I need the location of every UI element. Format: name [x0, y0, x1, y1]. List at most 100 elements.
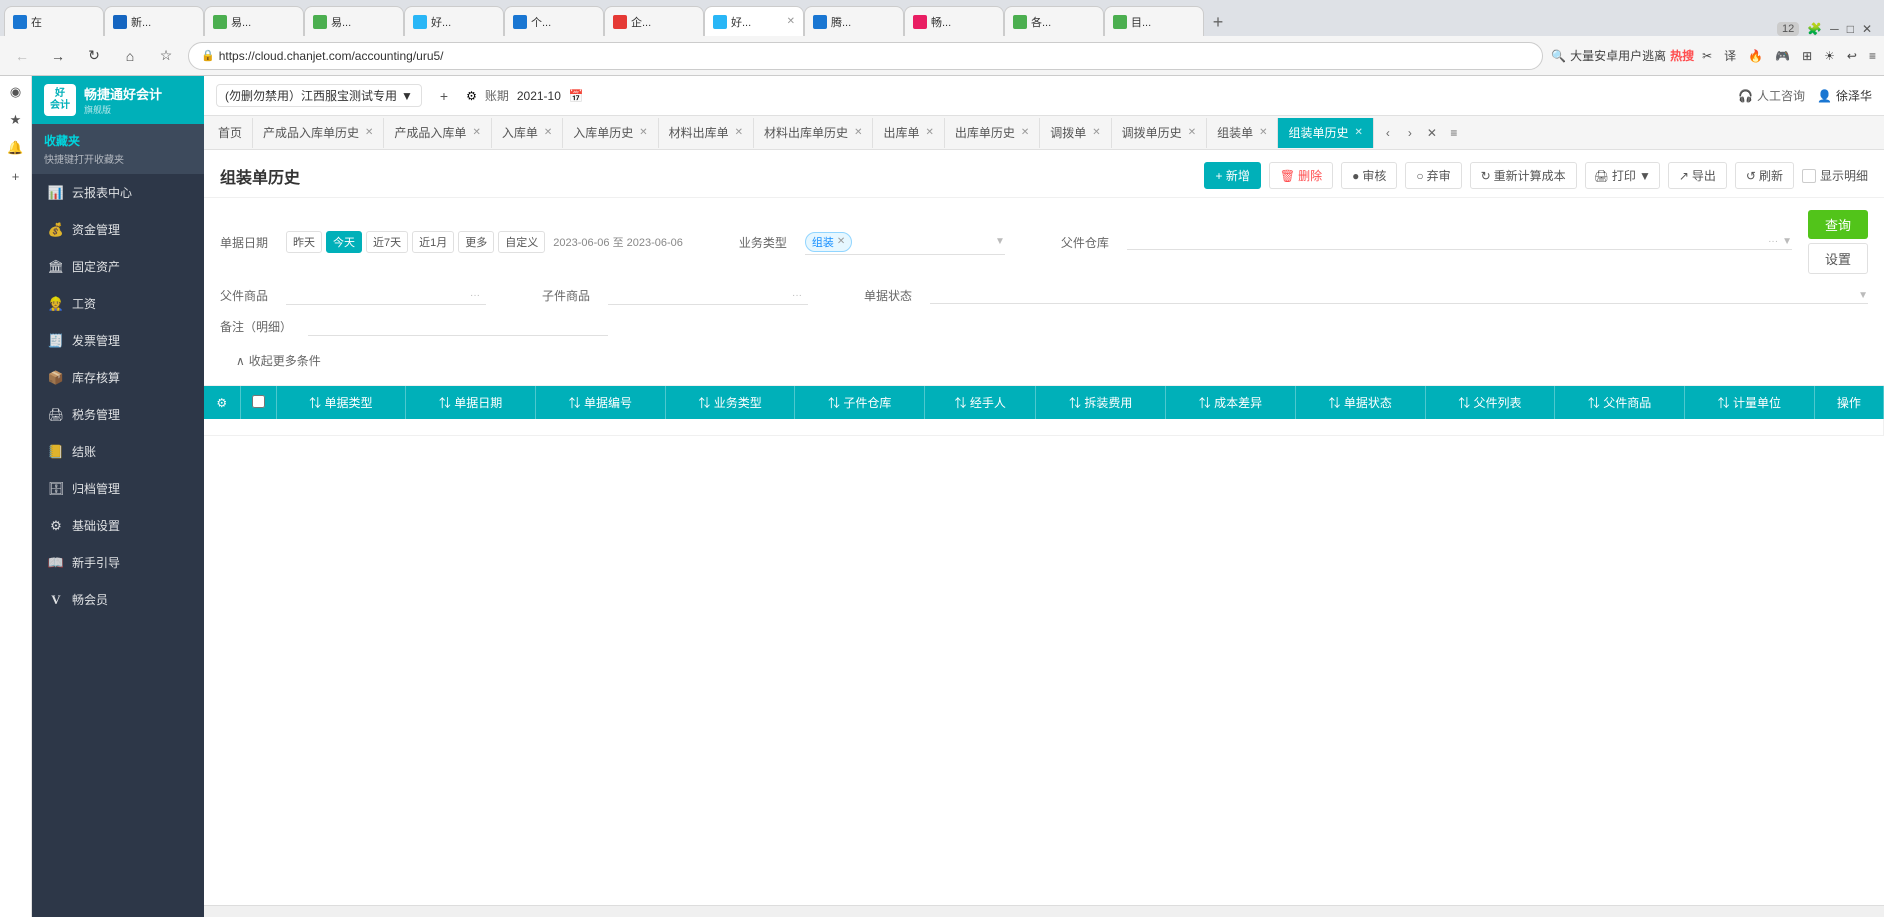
- select-all-checkbox[interactable]: [252, 395, 265, 408]
- nav-tab-outbound-history-close[interactable]: ✕: [1021, 127, 1029, 138]
- nav-close-btn[interactable]: ✕: [1422, 123, 1442, 143]
- service-button[interactable]: 🎧 人工咨询: [1738, 87, 1805, 104]
- translate-icon[interactable]: 译: [1724, 47, 1736, 64]
- show-detail-checkbox[interactable]: [1802, 169, 1816, 183]
- month-button[interactable]: 近1月: [412, 231, 454, 253]
- sidebar-item-reports[interactable]: 📊 云报表中心: [32, 174, 204, 211]
- nav-tab-finished[interactable]: 产成品入库单 ✕: [384, 118, 491, 148]
- extensions-icon[interactable]: 🧩: [1807, 22, 1822, 36]
- forward-button[interactable]: →: [44, 42, 72, 70]
- nav-tab-finished-close[interactable]: ✕: [472, 127, 480, 138]
- column-unit[interactable]: ⇅ 计量单位: [1684, 386, 1814, 419]
- custom-date-button[interactable]: 自定义: [498, 231, 545, 253]
- settings-gear-icon[interactable]: ⚙: [466, 89, 477, 103]
- abandon-button[interactable]: ○ 弃审: [1405, 162, 1461, 189]
- tab-8[interactable]: 好... ✕: [704, 6, 804, 36]
- parent-goods-input[interactable]: [286, 288, 466, 302]
- tab-7[interactable]: 企...: [604, 6, 704, 36]
- show-detail-toggle[interactable]: 显示明细: [1802, 167, 1868, 184]
- more-date-button[interactable]: 更多: [458, 231, 494, 253]
- bookmark-button[interactable]: ☆: [152, 42, 180, 70]
- column-handler[interactable]: ⇅ 经手人: [925, 386, 1036, 419]
- nav-tab-assembly-history[interactable]: 组装单历史 ✕: [1278, 118, 1373, 148]
- minimize-button[interactable]: ─: [1830, 22, 1839, 36]
- export-button[interactable]: ↗ 导出: [1668, 162, 1727, 189]
- nav-tab-finished-history[interactable]: 产成品入库单历史 ✕: [253, 118, 384, 148]
- nav-tab-inbound-history[interactable]: 入库单历史 ✕: [563, 118, 658, 148]
- scroll-area[interactable]: [204, 905, 1884, 917]
- company-selector[interactable]: (勿删勿禁用）江西服宝测试专用 ▼: [216, 84, 422, 107]
- browser-sidebar-icon-3[interactable]: 🔔: [4, 136, 28, 160]
- nav-tab-transfer-history-close[interactable]: ✕: [1188, 127, 1196, 138]
- column-cost-variance[interactable]: ⇅ 成本差异: [1166, 386, 1296, 419]
- nav-tab-inbound[interactable]: 入库单 ✕: [492, 118, 563, 148]
- favorites-shortcut[interactable]: 快捷键打开收藏夹: [44, 151, 192, 166]
- week-button[interactable]: 近7天: [366, 231, 408, 253]
- nav-tab-inbound-history-close[interactable]: ✕: [639, 127, 647, 138]
- add-company-button[interactable]: +: [430, 84, 458, 108]
- add-button[interactable]: + 新增: [1204, 162, 1260, 189]
- new-tab-button[interactable]: +: [1204, 8, 1232, 36]
- tab-4[interactable]: 易...: [304, 6, 404, 36]
- business-type-dropdown[interactable]: ▼: [995, 236, 1005, 247]
- browser-sidebar-icon-4[interactable]: +: [4, 164, 28, 188]
- parent-goods-more[interactable]: ···: [470, 290, 480, 301]
- game-icon[interactable]: 🎮: [1775, 49, 1790, 63]
- reload-button[interactable]: ↻: [80, 42, 108, 70]
- tab-close-8[interactable]: ✕: [787, 16, 795, 27]
- scissors-icon[interactable]: ✂: [1702, 49, 1712, 63]
- nav-tab-assembly[interactable]: 组装单 ✕: [1207, 118, 1278, 148]
- status-dropdown[interactable]: ▼: [1858, 290, 1868, 301]
- tab-5[interactable]: 好...: [404, 6, 504, 36]
- nav-more-btn[interactable]: ≡: [1444, 123, 1464, 143]
- nav-tab-transfer-close[interactable]: ✕: [1092, 127, 1100, 138]
- nav-tab-outbound-close[interactable]: ✕: [925, 127, 933, 138]
- nav-tab-material-out-history-close[interactable]: ✕: [854, 127, 862, 138]
- nav-tab-transfer[interactable]: 调拨单 ✕: [1040, 118, 1111, 148]
- tab-6[interactable]: 个...: [504, 6, 604, 36]
- child-goods-more[interactable]: ···: [792, 290, 802, 301]
- user-button[interactable]: 👤 徐泽华: [1817, 87, 1872, 104]
- sidebar-item-invoice[interactable]: 🧾 发票管理: [32, 322, 204, 359]
- column-business-type[interactable]: ⇅ 业务类型: [665, 386, 795, 419]
- tab-12[interactable]: 目...: [1104, 6, 1204, 36]
- nav-left-arrow[interactable]: ‹: [1378, 123, 1398, 143]
- nav-tab-assembly-close[interactable]: ✕: [1259, 127, 1267, 138]
- tab-10[interactable]: 畅...: [904, 6, 1004, 36]
- column-doc-no[interactable]: ⇅ 单据编号: [535, 386, 665, 419]
- column-checkbox[interactable]: [240, 386, 276, 419]
- sidebar-item-inventory[interactable]: 📦 库存核算: [32, 359, 204, 396]
- recalc-button[interactable]: ↻ 重新计算成本: [1470, 162, 1577, 189]
- column-settings[interactable]: ⚙: [204, 386, 240, 419]
- home-button[interactable]: ⌂: [116, 42, 144, 70]
- tab-9[interactable]: 腾...: [804, 6, 904, 36]
- refresh-button[interactable]: ↺ 刷新: [1735, 162, 1794, 189]
- calendar-icon[interactable]: 📅: [569, 89, 584, 103]
- emoji-icon[interactable]: 🔥: [1748, 49, 1763, 63]
- address-input[interactable]: 🔒 https://cloud.chanjet.com/accounting/u…: [188, 42, 1543, 70]
- column-disassembly-fee[interactable]: ⇅ 拆装费用: [1036, 386, 1166, 419]
- undo-icon[interactable]: ↩: [1847, 49, 1857, 63]
- child-goods-input[interactable]: [608, 288, 788, 302]
- column-doc-type[interactable]: ⇅ 单据类型: [276, 386, 406, 419]
- sidebar-item-archive[interactable]: 🗄 归档管理: [32, 470, 204, 507]
- nav-tab-transfer-history[interactable]: 调拨单历史 ✕: [1112, 118, 1207, 148]
- nav-tab-material-out-history[interactable]: 材料出库单历史 ✕: [754, 118, 873, 148]
- tab-2[interactable]: 新...: [104, 6, 204, 36]
- review-button[interactable]: ● 审核: [1341, 162, 1397, 189]
- browser-sidebar-icon-2[interactable]: ★: [4, 108, 28, 132]
- sidebar-item-guide[interactable]: 📖 新手引导: [32, 544, 204, 581]
- filter-settings-button[interactable]: 设置: [1808, 243, 1868, 274]
- nav-tab-inbound-close[interactable]: ✕: [544, 127, 552, 138]
- tab-1[interactable]: 在: [4, 6, 104, 36]
- query-button[interactable]: 查询: [1808, 210, 1868, 239]
- remark-input[interactable]: [308, 319, 588, 333]
- nav-tab-outbound-history[interactable]: 出库单历史 ✕: [945, 118, 1040, 148]
- parent-warehouse-dropdown[interactable]: ▼: [1782, 236, 1792, 247]
- sidebar-item-funds[interactable]: 💰 资金管理: [32, 211, 204, 248]
- collapse-button[interactable]: ∧ 收起更多条件: [220, 348, 1868, 373]
- nav-tab-assembly-history-close[interactable]: ✕: [1355, 127, 1363, 138]
- today-button[interactable]: 今天: [326, 231, 362, 253]
- sidebar-item-settings[interactable]: ⚙ 基础设置: [32, 507, 204, 544]
- nav-tab-material-out-close[interactable]: ✕: [735, 127, 743, 138]
